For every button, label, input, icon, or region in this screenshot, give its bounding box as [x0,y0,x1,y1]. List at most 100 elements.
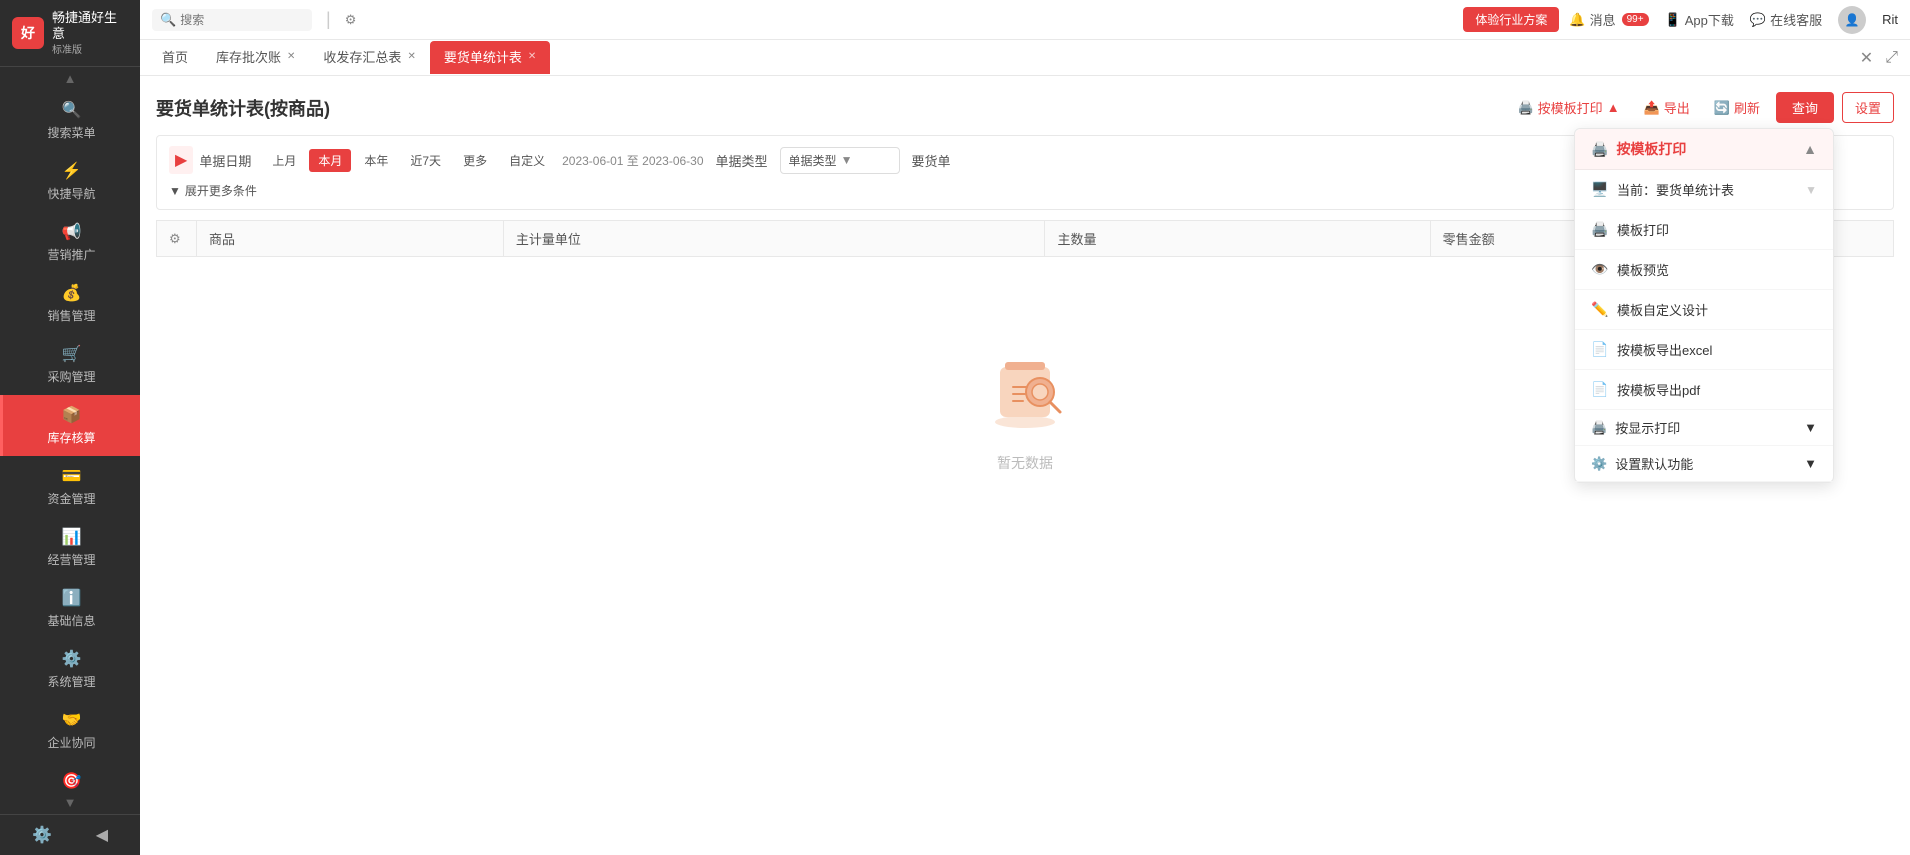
sidebar-item-marketing[interactable]: 📢 营销推广 [0,212,140,273]
app-download-btn[interactable]: 📱 App下载 [1665,10,1734,29]
template-excel-icon: 📄 [1591,341,1607,358]
tab-receipts-close[interactable]: ✕ [407,51,415,62]
template-pdf-label: 按模板导出pdf [1617,380,1817,399]
current-template-label: 当前：要货单统计表 [1617,180,1795,199]
page-actions: 🖨️ 按模板打印 ▲ 📤 导出 🔄 刷新 查询 设置 [1509,92,1894,123]
date-filter-label: 单据日期 [199,151,251,170]
dropdown-title: 🖨️ 按模板打印 [1591,139,1686,159]
enterprise-nav-icon: 🤝 [62,710,82,730]
sidebar-item-operation[interactable]: 📊 经营管理 [0,517,140,578]
order-goods-label: 要货单 [912,151,951,170]
settings-icon[interactable]: ⚙️ [32,825,52,845]
avatar[interactable]: 👤 [1838,6,1866,34]
dropdown-section-display-print[interactable]: 🖨️ 按显示打印 ▼ [1575,410,1833,446]
promo-button[interactable]: 体验行业方案 [1463,7,1559,32]
tabs-actions: ✕ ⤢ [1856,46,1902,70]
sidebar-item-sales[interactable]: 💰 销售管理 [0,273,140,334]
refresh-icon: 🔄 [1714,100,1730,116]
date-btn-more[interactable]: 更多 [454,149,496,172]
template-design-icon: ✏️ [1591,301,1607,318]
topbar-search-box[interactable]: 🔍 [152,9,312,31]
date-btn-last7[interactable]: 近7天 [401,149,450,172]
topbar-config-icon[interactable]: ⚙ [345,12,357,28]
search-nav-icon: 🔍 [62,100,82,120]
sidebar-item-shortcut[interactable]: ⚡ 快捷导航 [0,151,140,212]
guide-nav-icon: 🎯 [62,771,82,791]
default-func-arrow: ▼ [1804,456,1817,471]
refresh-label: 刷新 [1734,98,1760,117]
export-icon: 📤 [1644,100,1660,116]
display-print-label: 按显示打印 [1615,418,1680,437]
tab-orders[interactable]: 要货单统计表 ✕ [430,41,550,74]
sidebar-item-label: 采购管理 [47,368,95,385]
message-badge: 99+ [1622,13,1649,26]
search-input[interactable] [180,13,300,27]
sidebar-item-label: 企业协同 [47,734,95,751]
order-type-select[interactable]: 单据类型 ▼ [780,147,900,174]
dropdown-header: 🖨️ 按模板打印 ▲ [1575,129,1833,170]
tab-maximize-btn[interactable]: ⤢ [1881,47,1902,69]
scroll-up-btn[interactable]: ▲ [0,67,140,90]
query-button[interactable]: 查询 [1776,92,1834,123]
dropdown-item-template-pdf[interactable]: 📄 按模板导出pdf [1575,370,1833,410]
purchase-nav-icon: 🛒 [62,344,82,364]
settings-button[interactable]: 设置 [1842,92,1894,123]
finance-nav-icon: 💳 [62,466,82,486]
tab-receipts[interactable]: 收发存汇总表 ✕ [309,41,429,74]
sidebar-item-search[interactable]: 🔍 搜索菜单 [0,90,140,151]
collapse-icon[interactable]: ◀ [96,825,108,845]
date-btn-current-year[interactable]: 本年 [355,149,397,172]
date-btn-current-month[interactable]: 本月 [309,149,351,172]
tab-close-btn[interactable]: ✕ [1856,46,1877,70]
table-settings-icon[interactable]: ⚙ [169,231,181,246]
date-btn-prev-month[interactable]: 上月 [263,149,305,172]
sidebar-item-basic[interactable]: ℹ️ 基础信息 [0,578,140,639]
tab-receipts-label: 收发存汇总表 [323,47,401,66]
filter-expand-icon[interactable]: ▶ [169,146,193,174]
default-func-icon: ⚙️ [1591,456,1607,472]
refresh-button[interactable]: 🔄 刷新 [1706,94,1768,121]
app-download-icon: 📱 [1665,12,1681,28]
sidebar-item-guide[interactable]: 🎯 新手引导 [0,761,140,791]
marketing-nav-icon: 📢 [62,222,82,242]
dropdown-section-default-func[interactable]: ⚙️ 设置默认功能 ▼ [1575,446,1833,482]
app-version: 标准版 [52,41,128,56]
expand-label: 展开更多条件 [185,182,257,199]
template-pdf-icon: 📄 [1591,381,1607,398]
tab-orders-close[interactable]: ✕ [528,51,536,62]
dropdown-item-template-design[interactable]: ✏️ 模板自定义设计 [1575,290,1833,330]
sidebar-item-system[interactable]: ⚙️ 系统管理 [0,639,140,700]
message-btn[interactable]: 🔔 消息 99+ [1569,10,1648,29]
user-name: Rit [1882,12,1898,27]
scroll-down-btn[interactable]: ▼ [0,791,140,814]
topbar-right-actions: 🔔 消息 99+ 📱 App下载 💬 在线客服 👤 Rit [1569,6,1898,34]
sidebar-item-inventory[interactable]: 📦 库存核算 [0,395,140,456]
sidebar-item-finance[interactable]: 💳 资金管理 [0,456,140,517]
tab-batch-label: 库存批次账 [216,47,281,66]
template-excel-label: 按模板导出excel [1617,340,1817,359]
print-dropdown-menu: 🖨️ 按模板打印 ▲ 🖥️ 当前：要货单统计表 ▼ 🖨️ [1574,128,1834,483]
dropdown-item-template-preview[interactable]: 👁️ 模板预览 [1575,250,1833,290]
export-label: 导出 [1664,98,1690,117]
date-btn-custom[interactable]: 自定义 [500,149,554,172]
sidebar-bottom: ⚙️ ◀ [0,814,140,855]
sidebar: 好 畅捷通好生意 标准版 ▲ 🔍 搜索菜单 ⚡ 快捷导航 📢 营销推广 💰 销售… [0,0,140,855]
sidebar-item-purchase[interactable]: 🛒 采购管理 [0,334,140,395]
template-print-icon: 🖨️ [1591,221,1607,238]
tab-batch-close[interactable]: ✕ [287,51,295,62]
dropdown-item-template-print[interactable]: 🖨️ 模板打印 [1575,210,1833,250]
sidebar-item-enterprise[interactable]: 🤝 企业协同 [0,700,140,761]
print-label: 按模板打印 [1538,98,1603,117]
template-print-label: 模板打印 [1617,220,1817,239]
dropdown-close-btn[interactable]: ▲ [1803,141,1817,157]
tab-home-label: 首页 [162,47,188,66]
dropdown-item-current[interactable]: 🖥️ 当前：要货单统计表 ▼ [1575,170,1833,210]
expand-chevron-icon: ▼ [169,184,181,198]
tab-home[interactable]: 首页 [148,41,202,74]
online-service-btn[interactable]: 💬 在线客服 [1750,10,1822,29]
print-button[interactable]: 🖨️ 按模板打印 ▲ [1509,94,1627,121]
tab-batch[interactable]: 库存批次账 ✕ [202,41,309,74]
dropdown-item-template-excel[interactable]: 📄 按模板导出excel [1575,330,1833,370]
export-button[interactable]: 📤 导出 [1636,94,1698,121]
main-area: 🔍 | ⚙ 体验行业方案 🔔 消息 99+ 📱 App下载 💬 在线客服 👤 R… [140,0,1910,855]
